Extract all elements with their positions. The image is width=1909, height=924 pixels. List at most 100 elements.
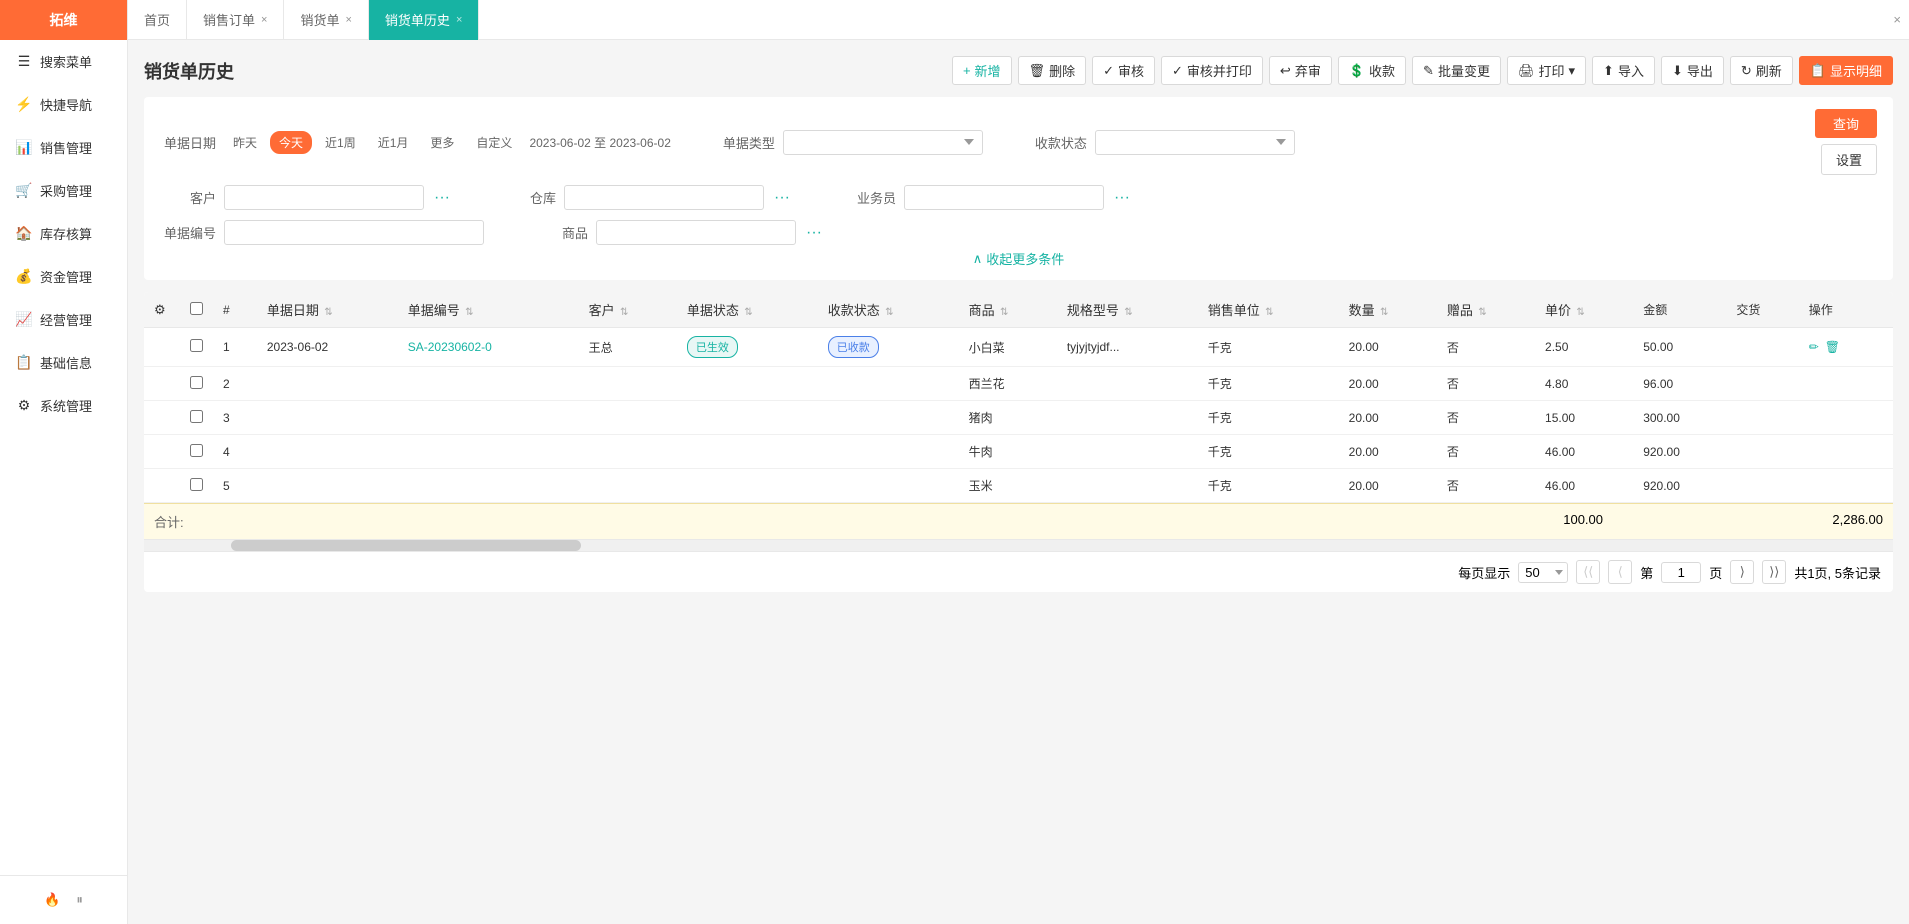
tab-close-icon[interactable]: × bbox=[345, 14, 351, 26]
row-doc-no bbox=[398, 435, 579, 469]
tab-home[interactable]: 首页 bbox=[128, 0, 187, 40]
goods-ellipsis[interactable]: ··· bbox=[804, 224, 824, 242]
row-goods: 玉米 bbox=[959, 469, 1057, 503]
row-check bbox=[180, 435, 213, 469]
sidebar-item-inventory[interactable]: 🏠 库存核算 bbox=[0, 212, 127, 255]
export-button[interactable]: ⬇ 导出 bbox=[1661, 56, 1724, 85]
audit-button[interactable]: ✓ 审核 bbox=[1092, 56, 1155, 85]
tab-sales-order-label: 销售订单 bbox=[203, 10, 255, 29]
per-page-select[interactable]: 50 100 bbox=[1518, 562, 1568, 583]
tab-bar: 首页 销售订单 × 销货单 × 销货单历史 × × bbox=[128, 0, 1909, 40]
row-checkbox[interactable] bbox=[190, 339, 203, 352]
tab-bar-close[interactable]: × bbox=[1893, 12, 1909, 27]
filter-doc-number: 单据编号 bbox=[160, 220, 484, 245]
sidebar-item-basic-info[interactable]: 📋 基础信息 bbox=[0, 341, 127, 384]
abandon-button[interactable]: ↩ 弃审 bbox=[1269, 56, 1332, 85]
fire-icon[interactable]: 🔥 bbox=[44, 892, 60, 908]
col-doc-date[interactable]: 单据日期 ⇅ bbox=[257, 292, 398, 328]
col-payment-status[interactable]: 收款状态 ⇅ bbox=[818, 292, 959, 328]
first-page-button[interactable]: ⟨⟨ bbox=[1576, 560, 1600, 584]
tab-close-icon[interactable]: × bbox=[261, 14, 267, 26]
customer-ellipsis[interactable]: ··· bbox=[432, 189, 452, 207]
collapse-label: 收起更多条件 bbox=[986, 249, 1064, 268]
pause-icon[interactable]: ⏸ bbox=[76, 892, 83, 908]
goods-input[interactable] bbox=[596, 220, 796, 245]
row-checkbox[interactable] bbox=[190, 376, 203, 389]
date-chip-last1m[interactable]: 近1月 bbox=[369, 131, 418, 154]
table-row: 3 猪肉 千克 20.00 否 15.00 300.00 bbox=[144, 401, 1893, 435]
col-no: # bbox=[213, 292, 257, 328]
settings-button[interactable]: 设置 bbox=[1821, 144, 1877, 175]
query-button[interactable]: 查询 bbox=[1815, 109, 1877, 138]
row-checkbox[interactable] bbox=[190, 410, 203, 423]
delete-button[interactable]: 🗑 删除 bbox=[1018, 56, 1087, 85]
row-checkbox[interactable] bbox=[190, 478, 203, 491]
row-gear bbox=[144, 469, 180, 503]
new-button[interactable]: + 新增 bbox=[952, 56, 1012, 85]
show-detail-button[interactable]: 📋 显示明细 bbox=[1799, 56, 1893, 85]
sidebar-item-operations[interactable]: 📈 经营管理 bbox=[0, 298, 127, 341]
salesperson-ellipsis[interactable]: ··· bbox=[1112, 189, 1132, 207]
row-actions bbox=[1799, 367, 1893, 401]
date-chip-yesterday[interactable]: 昨天 bbox=[224, 131, 266, 154]
col-customer[interactable]: 客户 ⇅ bbox=[579, 292, 677, 328]
date-chip-custom[interactable]: 自定义 bbox=[467, 131, 521, 154]
sidebar-item-quick-nav[interactable]: ⚡ 快捷导航 bbox=[0, 83, 127, 126]
tab-close-icon[interactable]: × bbox=[456, 14, 462, 26]
sidebar-item-search-menu[interactable]: ☰ 搜索菜单 bbox=[0, 40, 127, 83]
gear-icon[interactable]: ⚙ bbox=[154, 302, 166, 317]
prev-page-button[interactable]: ⟨ bbox=[1608, 560, 1632, 584]
row-doc-status: 已生效 bbox=[677, 328, 818, 367]
filter-row-1: 单据日期 昨天 今天 近1周 近1月 更多 自定义 2023-06-02 至 2… bbox=[160, 109, 1877, 175]
horizontal-scrollbar[interactable] bbox=[144, 539, 1893, 551]
doc-no-link[interactable]: SA-20230602-0 bbox=[408, 340, 492, 354]
col-doc-status[interactable]: 单据状态 ⇅ bbox=[677, 292, 818, 328]
action-编辑[interactable]: ✏ bbox=[1809, 340, 1819, 354]
filter-collapse[interactable]: ∧ 收起更多条件 bbox=[160, 249, 1877, 268]
payment-status-select[interactable] bbox=[1095, 130, 1295, 155]
col-doc-no[interactable]: 单据编号 ⇅ bbox=[398, 292, 579, 328]
sidebar-item-label: 系统管理 bbox=[40, 396, 92, 415]
tab-sales-delivery[interactable]: 销货单 × bbox=[284, 0, 368, 40]
row-customer: 王总 bbox=[579, 328, 677, 367]
date-chip-more[interactable]: 更多 bbox=[421, 131, 463, 154]
page-number-input[interactable] bbox=[1661, 562, 1701, 583]
tab-sales-history[interactable]: 销货单历史 × bbox=[369, 0, 479, 40]
row-checkbox[interactable] bbox=[190, 444, 203, 457]
import-button[interactable]: ⬆ 导入 bbox=[1592, 56, 1655, 85]
sidebar-item-system-mgmt[interactable]: ⚙ 系统管理 bbox=[0, 384, 127, 427]
action-删除[interactable]: 🗑 bbox=[1825, 340, 1840, 354]
scroll-thumb[interactable] bbox=[231, 540, 581, 551]
col-gift[interactable]: 赠品 ⇅ bbox=[1437, 292, 1535, 328]
next-page-button[interactable]: ⟩ bbox=[1730, 560, 1754, 584]
batch-change-button[interactable]: ✎ 批量变更 bbox=[1412, 56, 1501, 85]
row-goods: 小白菜 bbox=[959, 328, 1057, 367]
audit-print-button[interactable]: ✓ 审核并打印 bbox=[1161, 56, 1263, 85]
receive-button[interactable]: 💲 收款 bbox=[1338, 56, 1406, 85]
date-chip-last7[interactable]: 近1周 bbox=[316, 131, 365, 154]
customer-input[interactable] bbox=[224, 185, 424, 210]
select-all-checkbox[interactable] bbox=[190, 302, 203, 315]
salesperson-input[interactable] bbox=[904, 185, 1104, 210]
col-goods[interactable]: 商品 ⇅ bbox=[959, 292, 1057, 328]
filter-payment-status: 收款状态 bbox=[1031, 130, 1295, 155]
warehouse-input[interactable] bbox=[564, 185, 764, 210]
sidebar-item-purchase-mgmt[interactable]: 🛒 采购管理 bbox=[0, 169, 127, 212]
sidebar-item-finance[interactable]: 💰 资金管理 bbox=[0, 255, 127, 298]
col-unit[interactable]: 销售单位 ⇅ bbox=[1198, 292, 1339, 328]
refresh-button[interactable]: ↻ 刷新 bbox=[1730, 56, 1793, 85]
col-spec[interactable]: 规格型号 ⇅ bbox=[1057, 292, 1198, 328]
col-qty[interactable]: 数量 ⇅ bbox=[1339, 292, 1437, 328]
print-button[interactable]: 🖨 打印 ▾ bbox=[1507, 56, 1586, 85]
sidebar-item-sales-mgmt[interactable]: 📊 销售管理 bbox=[0, 126, 127, 169]
sort-icon: ⇅ bbox=[885, 307, 893, 318]
warehouse-ellipsis[interactable]: ··· bbox=[772, 189, 792, 207]
page-unit: 页 bbox=[1709, 563, 1722, 582]
doc-type-select[interactable] bbox=[783, 130, 983, 155]
date-chip-today[interactable]: 今天 bbox=[270, 131, 312, 154]
row-doc-date bbox=[257, 367, 398, 401]
last-page-button[interactable]: ⟩⟩ bbox=[1762, 560, 1786, 584]
col-price[interactable]: 单价 ⇅ bbox=[1535, 292, 1633, 328]
doc-number-input[interactable] bbox=[224, 220, 484, 245]
tab-sales-order[interactable]: 销售订单 × bbox=[187, 0, 284, 40]
